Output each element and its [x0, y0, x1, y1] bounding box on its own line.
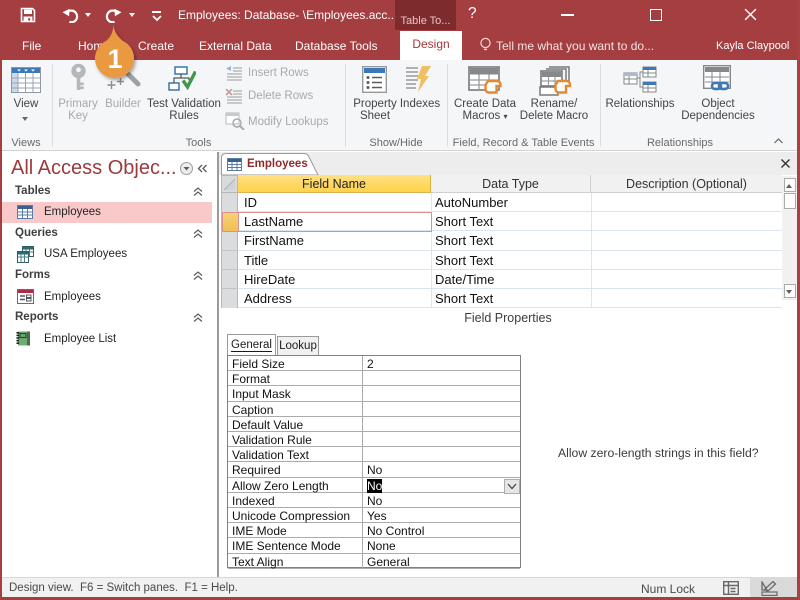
svg-text:1: 1	[107, 44, 122, 74]
